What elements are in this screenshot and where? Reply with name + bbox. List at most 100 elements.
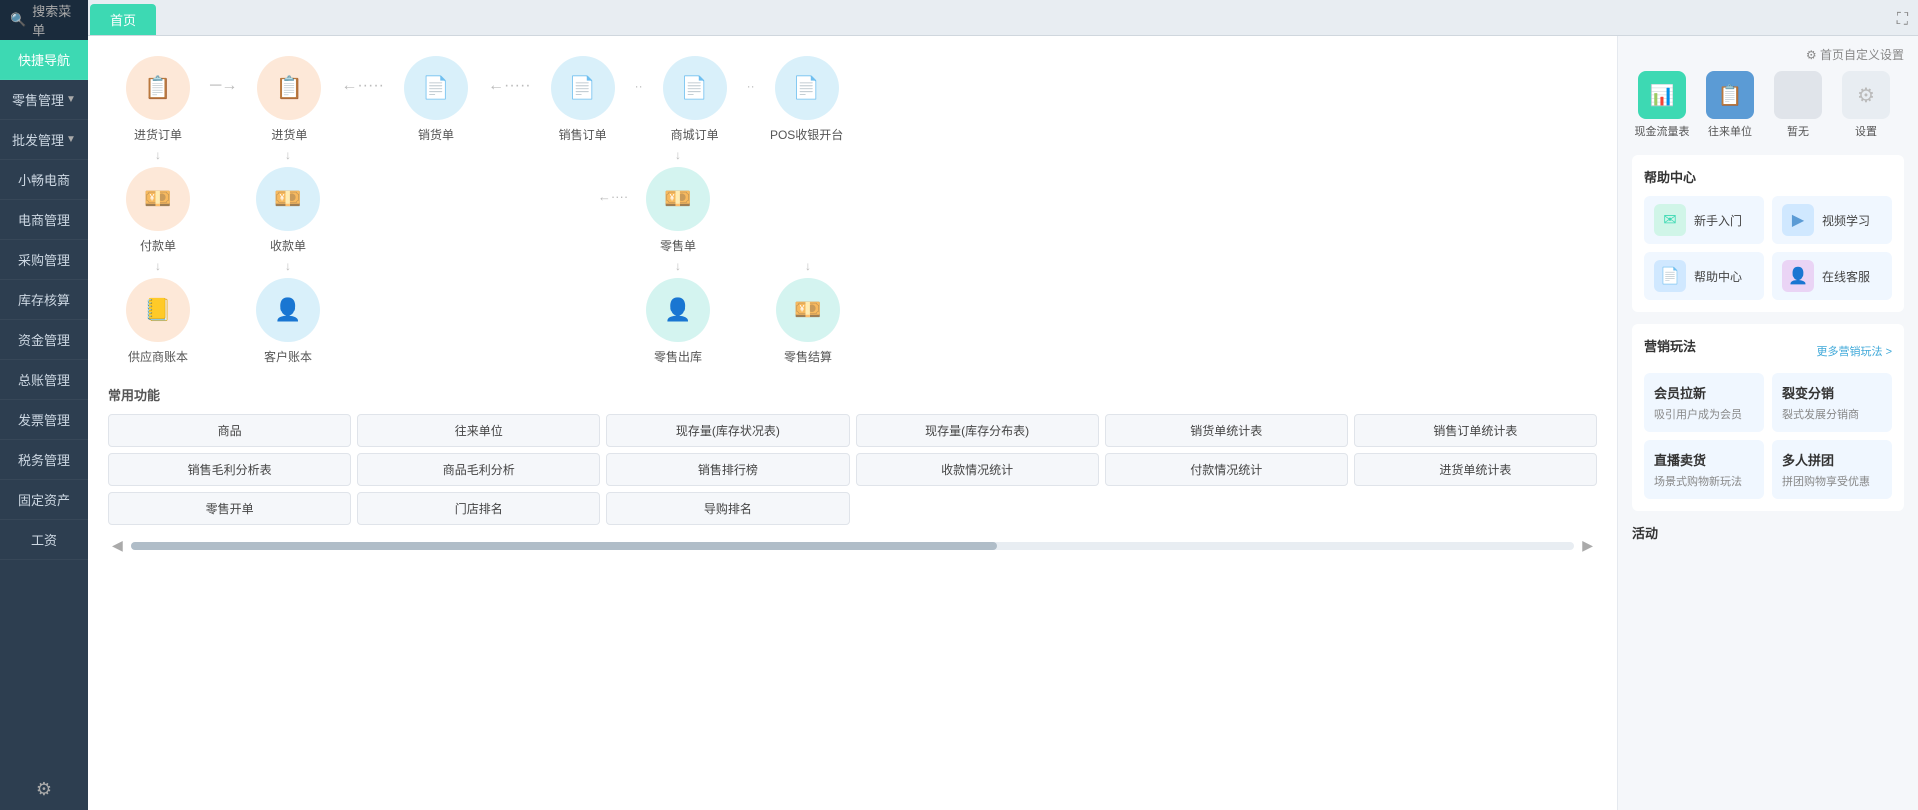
scroll-track[interactable]: [131, 542, 1574, 550]
help-grid: ✉新手入门▶视频学习📄帮助中心👤在线客服: [1644, 196, 1892, 300]
sidebar-item-12[interactable]: 工资: [0, 520, 88, 560]
retail-out-label: 零售出库: [654, 348, 702, 365]
flow-node-sales-order[interactable]: 📄 销售订单: [533, 56, 633, 143]
arrow-2: ←·····: [341, 77, 384, 95]
func-btn-row2-0[interactable]: 销售毛利分析表: [108, 453, 351, 486]
marketing-item-0[interactable]: 会员拉新吸引用户成为会员: [1644, 373, 1764, 432]
sales-order-label: 销售订单: [559, 126, 607, 143]
marketing-title: 营销玩法: [1644, 336, 1696, 355]
search-label: 搜索菜单: [32, 1, 78, 39]
mall-order-label: 商城订单: [671, 126, 719, 143]
sidebar: 🔍 搜索菜单 快捷导航零售管理▼批发管理▼小畅电商电商管理采购管理库存核算资金管…: [0, 0, 88, 810]
marketing-item-1[interactable]: 裂变分销裂式发展分销商: [1772, 373, 1892, 432]
quick-icon-3[interactable]: ⚙设置: [1836, 71, 1896, 139]
func-btn-row2-4[interactable]: 付款情况统计: [1105, 453, 1348, 486]
sidebar-item-4[interactable]: 电商管理: [0, 200, 88, 240]
func-btn-row1-2[interactable]: 现存量(库存状况表): [606, 414, 849, 447]
help-label-1: 视频学习: [1822, 212, 1870, 229]
func-btn-row2-2[interactable]: 销售排行榜: [606, 453, 849, 486]
help-icon-3: 👤: [1782, 260, 1814, 292]
arrow-3: ←·····: [488, 77, 531, 95]
flow-node-sales[interactable]: 📄 销货单: [386, 56, 486, 143]
customize-bar: ⚙ 首页自定义设置: [1632, 46, 1904, 63]
flow-node-purchase-order[interactable]: 📋 进货订单: [108, 56, 208, 143]
help-item-0[interactable]: ✉新手入门: [1644, 196, 1764, 244]
quick-icon-box-3: ⚙: [1842, 71, 1890, 119]
func-grid-row3: 零售开单门店排名导购排名: [108, 492, 1597, 525]
marketing-card: 营销玩法 更多营销玩法 > 会员拉新吸引用户成为会员裂变分销裂式发展分销商直播卖…: [1632, 324, 1904, 511]
help-icon-2: 📄: [1654, 260, 1686, 292]
quick-icon-0[interactable]: 📊现金流量表: [1632, 71, 1692, 139]
tab-expand-icon[interactable]: ⛶: [1887, 5, 1918, 35]
flow-node-purchase[interactable]: 📋 进货单: [239, 56, 339, 143]
more-marketing-link[interactable]: 更多营销玩法 >: [1817, 343, 1892, 359]
sidebar-item-5[interactable]: 采购管理: [0, 240, 88, 280]
func-btn-row1-0[interactable]: 商品: [108, 414, 351, 447]
sidebar-item-6[interactable]: 库存核算: [0, 280, 88, 320]
func-btn-row2-1[interactable]: 商品毛利分析: [357, 453, 600, 486]
sidebar-item-1[interactable]: 零售管理▼: [0, 80, 88, 120]
payment-label: 付款单: [140, 237, 176, 254]
tab-home[interactable]: 首页: [90, 4, 156, 35]
flow-node-pos[interactable]: 📄 POS收银开台: [757, 56, 857, 143]
marketing-item-desc-3: 拼团购物享受优惠: [1782, 473, 1882, 489]
main-area: 首页 ⛶ 📋 进货订单 ─→ 📋 进货单 ←·····: [88, 0, 1918, 810]
flow-node-customer-book[interactable]: 👤 客户账本: [238, 278, 338, 365]
func-btn-row3-0[interactable]: 零售开单: [108, 492, 351, 525]
marketing-item-3[interactable]: 多人拼团拼团购物享受优惠: [1772, 440, 1892, 499]
settings-nav-button[interactable]: ⚙: [0, 769, 88, 810]
flow-node-retail-settle[interactable]: 💴 零售结算: [758, 278, 858, 365]
sidebar-item-10[interactable]: 税务管理: [0, 440, 88, 480]
func-btn-row3-2[interactable]: 导购排名: [606, 492, 849, 525]
func-btn-row1-4[interactable]: 销货单统计表: [1105, 414, 1348, 447]
help-item-1[interactable]: ▶视频学习: [1772, 196, 1892, 244]
help-item-2[interactable]: 📄帮助中心: [1644, 252, 1764, 300]
func-btn-row2-5[interactable]: 进货单统计表: [1354, 453, 1597, 486]
quick-icon-2[interactable]: 暂无: [1768, 71, 1828, 139]
marketing-grid: 会员拉新吸引用户成为会员裂变分销裂式发展分销商直播卖货场景式购物新玩法多人拼团拼…: [1644, 373, 1892, 499]
marketing-header: 营销玩法 更多营销玩法 >: [1644, 336, 1892, 365]
retail-settle-icon: 💴: [776, 278, 840, 342]
sidebar-item-3[interactable]: 小畅电商: [0, 160, 88, 200]
sidebar-item-8[interactable]: 总账管理: [0, 360, 88, 400]
sidebar-item-2[interactable]: 批发管理▼: [0, 120, 88, 160]
sidebar-item-7[interactable]: 资金管理: [0, 320, 88, 360]
marketing-item-2[interactable]: 直播卖货场景式购物新玩法: [1644, 440, 1764, 499]
mall-order-icon: 📄: [663, 56, 727, 120]
down-arrow-1: ↓: [108, 149, 208, 161]
scroll-right[interactable]: ▶: [1578, 535, 1597, 556]
sidebar-item-11[interactable]: 固定资产: [0, 480, 88, 520]
customize-link[interactable]: ⚙ 首页自定义设置: [1806, 48, 1904, 62]
help-label-0: 新手入门: [1694, 212, 1742, 229]
flow-row-2: 💴 付款单 💴 收款单 ←···· 💴 零售单: [108, 167, 1597, 254]
func-btn-row1-3[interactable]: 现存量(库存分布表): [856, 414, 1099, 447]
sidebar-item-0[interactable]: 快捷导航: [0, 40, 88, 80]
scroll-left[interactable]: ◀: [108, 535, 127, 556]
scroll-bar: ◀ ▶: [108, 531, 1597, 560]
flow-node-supplier-book[interactable]: 📒 供应商账本: [108, 278, 208, 365]
down-arrow-6: ↓: [628, 260, 728, 272]
flow-node-mall-order[interactable]: 📄 商城订单: [645, 56, 745, 143]
flow-node-retail[interactable]: 💴 零售单: [628, 167, 728, 254]
func-btn-row2-3[interactable]: 收款情况统计: [856, 453, 1099, 486]
search-menu[interactable]: 🔍 搜索菜单: [0, 0, 88, 40]
func-btn-row1-1[interactable]: 往来单位: [357, 414, 600, 447]
marketing-item-title-2: 直播卖货: [1654, 450, 1754, 469]
flow-node-payment[interactable]: 💴 付款单: [108, 167, 208, 254]
marketing-item-title-0: 会员拉新: [1654, 383, 1754, 402]
sidebar-item-9[interactable]: 发票管理: [0, 400, 88, 440]
arrow-4: ··: [635, 79, 643, 93]
flow-node-receipt[interactable]: 💴 收款单: [238, 167, 338, 254]
help-item-3[interactable]: 👤在线客服: [1772, 252, 1892, 300]
func-btn-row1-5[interactable]: 销售订单统计表: [1354, 414, 1597, 447]
flow-row-1: 📋 进货订单 ─→ 📋 进货单 ←····· 📄 销货单 ←·····: [108, 56, 1597, 143]
quick-icon-1[interactable]: 📋往来单位: [1700, 71, 1760, 139]
pos-icon: 📄: [775, 56, 839, 120]
content-row: 📋 进货订单 ─→ 📋 进货单 ←····· 📄 销货单 ←·····: [88, 36, 1918, 810]
flow-node-retail-out[interactable]: 👤 零售出库: [628, 278, 728, 365]
func-btn-row3-1[interactable]: 门店排名: [357, 492, 600, 525]
marketing-item-desc-2: 场景式购物新玩法: [1654, 473, 1754, 489]
supplier-book-label: 供应商账本: [128, 348, 188, 365]
receipt-icon: 💴: [256, 167, 320, 231]
tabbar: 首页 ⛶: [88, 0, 1918, 36]
